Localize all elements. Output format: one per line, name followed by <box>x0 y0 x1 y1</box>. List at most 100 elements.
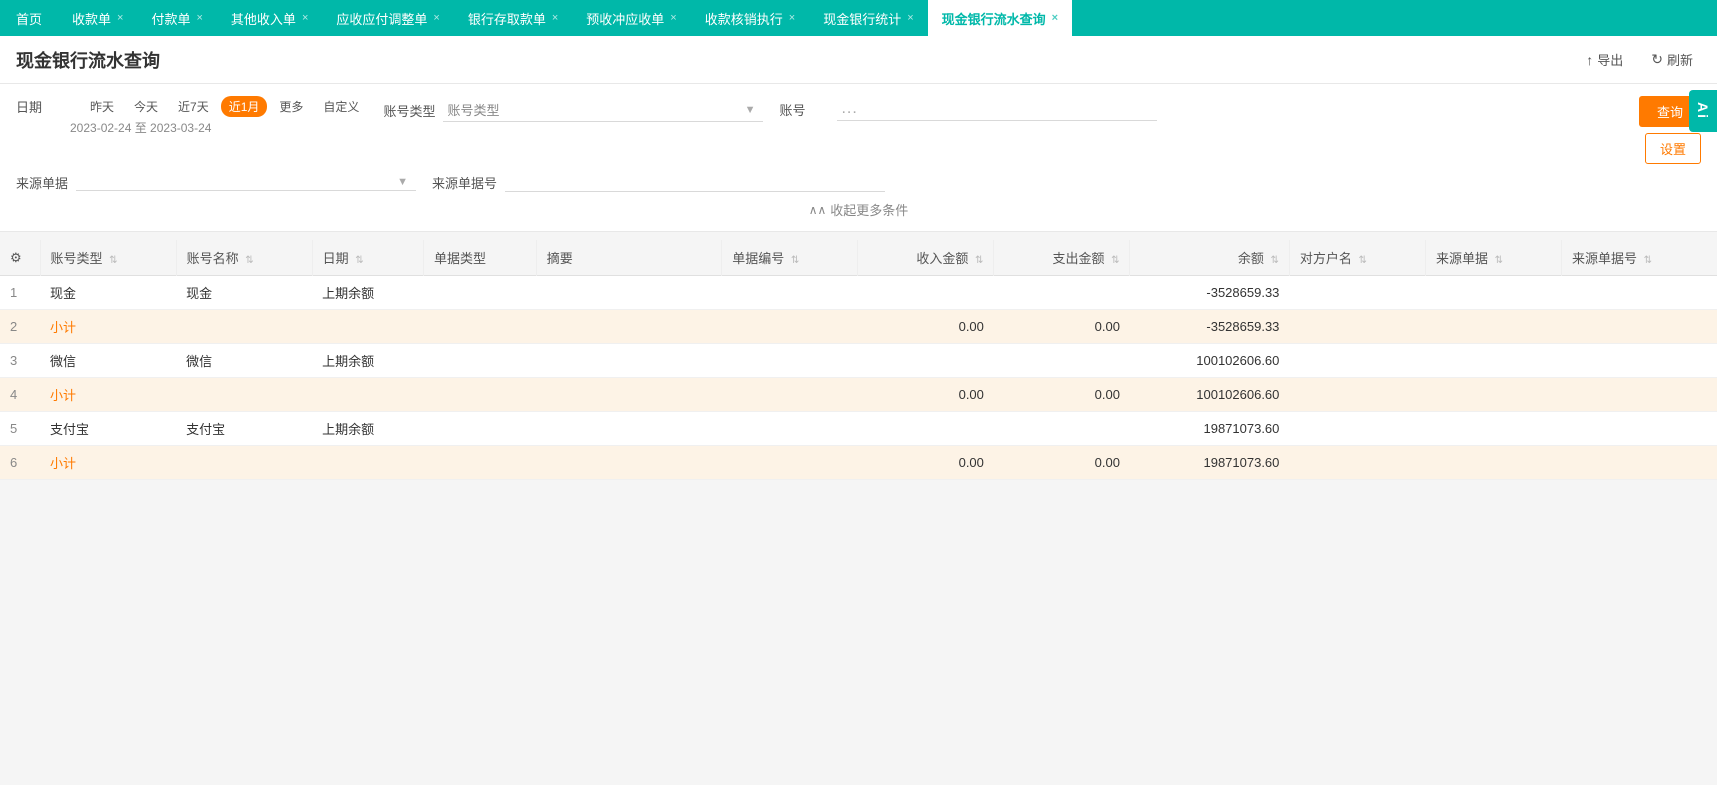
nav-tab-2[interactable]: 其他收入单 × <box>217 0 322 36</box>
export-icon: ↑ <box>1586 52 1593 68</box>
col-account-type: 账号类型 ⇅ <box>40 240 176 276</box>
table-cell: 支付宝 <box>40 412 176 446</box>
table-row[interactable]: 1现金现金上期余额-3528659.33 <box>0 276 1717 310</box>
nav-tab-0[interactable]: 收款单 × <box>58 0 137 36</box>
nav-tab-close-4[interactable]: × <box>552 12 558 24</box>
settings-button[interactable]: 设置 <box>1645 133 1701 164</box>
col-date-label: 日期 <box>323 251 349 266</box>
nav-tab-close-0[interactable]: × <box>117 12 123 24</box>
sort-icon-account-name[interactable]: ⇅ <box>245 255 253 266</box>
collapse-bar[interactable]: ∧∧ 收起更多条件 <box>16 196 1701 223</box>
nav-tab-7[interactable]: 现金银行统计 × <box>809 0 927 36</box>
date-btn-2[interactable]: 近7天 <box>170 96 217 117</box>
col-date: 日期 ⇅ <box>312 240 423 276</box>
table-cell <box>858 344 994 378</box>
table-cell: 100102606.60 <box>1130 378 1289 412</box>
table-cell <box>1562 276 1717 310</box>
nav-tab-label-7: 现金银行统计 <box>823 9 901 28</box>
table-cell <box>1425 276 1561 310</box>
col-summary-label: 摘要 <box>547 251 573 266</box>
table-cell: 微信 <box>176 344 312 378</box>
table-cell <box>1289 378 1425 412</box>
sort-icon-income[interactable]: ⇅ <box>975 255 983 266</box>
nav-tab-close-1[interactable]: × <box>196 12 202 24</box>
nav-tab-close-7[interactable]: × <box>907 12 913 24</box>
table-cell <box>722 276 858 310</box>
sort-icon-counterpart[interactable]: ⇅ <box>1359 255 1367 266</box>
table-row[interactable]: 5支付宝支付宝上期余额19871073.60 <box>0 412 1717 446</box>
table-cell: 1 <box>0 276 40 310</box>
refresh-button[interactable]: ↻ 刷新 <box>1643 46 1701 73</box>
table-cell <box>1425 344 1561 378</box>
col-counterpart-label: 对方户名 <box>1300 251 1352 266</box>
source-doc-no-input[interactable] <box>505 172 885 192</box>
table-cell <box>176 378 312 412</box>
col-doc-type: 单据类型 <box>423 240 536 276</box>
sort-icon-account-type[interactable]: ⇅ <box>109 255 117 266</box>
page-header: 现金银行流水查询 ↑ 导出 ↻ 刷新 <box>0 36 1717 84</box>
source-doc-chevron: ▼ <box>397 176 408 188</box>
date-btn-1[interactable]: 今天 <box>126 96 166 117</box>
source-doc-select[interactable]: ▼ <box>76 174 416 191</box>
nav-tab-close-3[interactable]: × <box>433 12 439 24</box>
table-cell <box>536 446 721 480</box>
nav-tab-close-8[interactable]: × <box>1052 12 1058 24</box>
nav-tab-close-5[interactable]: × <box>670 12 676 24</box>
table-cell <box>536 344 721 378</box>
account-select[interactable]: ... <box>837 98 1157 121</box>
header-actions: ↑ 导出 ↻ 刷新 <box>1578 46 1701 73</box>
nav-tab-1[interactable]: 付款单 × <box>137 0 216 36</box>
table-cell <box>423 310 536 344</box>
col-counterpart: 对方户名 ⇅ <box>1289 240 1425 276</box>
ai-badge[interactable]: Ai <box>1689 90 1717 132</box>
sort-icon-source-doc[interactable]: ⇅ <box>1495 255 1503 266</box>
nav-tab-label-5: 预收冲应收单 <box>586 9 664 28</box>
page-title: 现金银行流水查询 <box>16 47 160 73</box>
table-cell <box>423 276 536 310</box>
table-row[interactable]: 2小计0.000.00-3528659.33 <box>0 310 1717 344</box>
account-type-select[interactable]: 账号类型 ▼ <box>443 98 763 122</box>
table-cell <box>1289 446 1425 480</box>
sort-icon-source-doc-no[interactable]: ⇅ <box>1644 255 1652 266</box>
nav-tab-4[interactable]: 银行存取款单 × <box>454 0 572 36</box>
table-cell <box>1289 276 1425 310</box>
date-btn-3[interactable]: 近1月 <box>221 96 268 117</box>
col-settings[interactable]: ⚙ <box>0 240 40 276</box>
col-expense-label: 支出金额 <box>1052 251 1104 266</box>
export-button[interactable]: ↑ 导出 <box>1578 46 1631 73</box>
table-cell: 小计 <box>40 446 176 480</box>
col-account-name-label: 账号名称 <box>187 251 239 266</box>
nav-home[interactable]: 首页 <box>0 0 58 36</box>
table-cell <box>536 276 721 310</box>
table-row[interactable]: 6小计0.000.0019871073.60 <box>0 446 1717 480</box>
nav-tab-5[interactable]: 预收冲应收单 × <box>572 0 690 36</box>
sort-icon-doc-no[interactable]: ⇅ <box>791 255 799 266</box>
nav-tab-close-6[interactable]: × <box>789 12 795 24</box>
table-cell <box>423 446 536 480</box>
nav-tab-8[interactable]: 现金银行流水查询 × <box>928 0 1072 36</box>
sort-icon-expense[interactable]: ⇅ <box>1111 255 1119 266</box>
table-row[interactable]: 4小计0.000.00100102606.60 <box>0 378 1717 412</box>
date-label: 日期 <box>16 97 66 116</box>
settings-icon[interactable]: ⚙ <box>10 250 22 265</box>
table-cell: 现金 <box>176 276 312 310</box>
main-table: ⚙ 账号类型 ⇅ 账号名称 ⇅ 日期 ⇅ 单据类型 摘要 <box>0 240 1717 480</box>
table-cell <box>1562 344 1717 378</box>
table-cell <box>994 344 1130 378</box>
nav-tab-label-4: 银行存取款单 <box>468 9 546 28</box>
nav-tab-close-2[interactable]: × <box>302 12 308 24</box>
source-doc-no-label: 来源单据号 <box>432 173 497 192</box>
sort-icon-date[interactable]: ⇅ <box>355 255 363 266</box>
sort-icon-balance[interactable]: ⇅ <box>1271 255 1279 266</box>
date-btn-4[interactable]: 更多 <box>271 96 311 117</box>
date-btn-5[interactable]: 自定义 <box>315 96 367 117</box>
table-row[interactable]: 3微信微信上期余额100102606.60 <box>0 344 1717 378</box>
date-btn-0[interactable]: 昨天 <box>82 96 122 117</box>
nav-tab-3[interactable]: 应收应付调整单 × <box>322 0 453 36</box>
col-source-doc: 来源单据 ⇅ <box>1425 240 1561 276</box>
table-cell: 上期余额 <box>312 344 423 378</box>
nav-tab-label-8: 现金银行流水查询 <box>942 9 1046 28</box>
nav-tab-6[interactable]: 收款核销执行 × <box>691 0 809 36</box>
table-cell <box>423 378 536 412</box>
account-dots[interactable]: ... <box>841 100 857 118</box>
